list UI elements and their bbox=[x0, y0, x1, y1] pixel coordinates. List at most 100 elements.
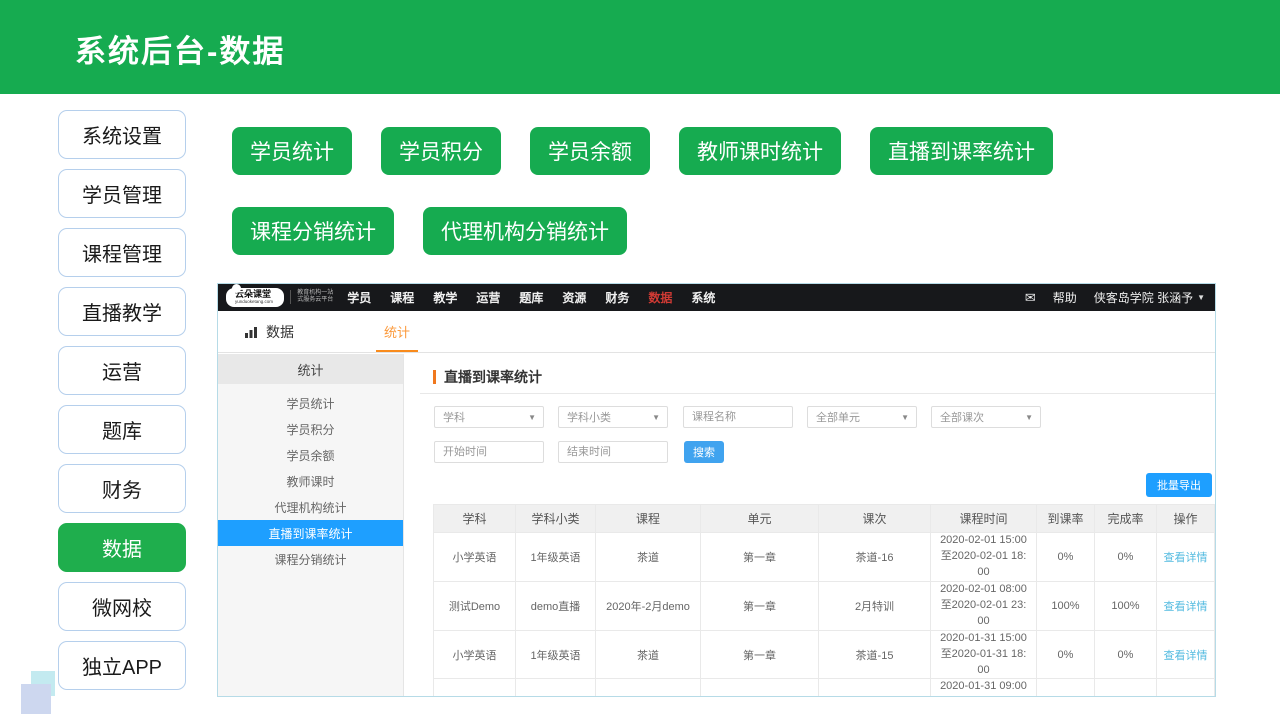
view-detail-link[interactable]: 查看详情 bbox=[1164, 552, 1208, 564]
search-button[interactable]: 搜索 bbox=[684, 441, 724, 463]
help-link[interactable]: 帮助 bbox=[1053, 289, 1077, 306]
cell-completion-rate: 0% bbox=[1095, 630, 1157, 679]
sidebar-item-micro-school[interactable]: 微网校 bbox=[58, 582, 186, 631]
table-row: 测试Demo demo直播 2020年-2月demo 第一章 2月特训 2020… bbox=[434, 581, 1215, 630]
col-lesson: 课次 bbox=[819, 505, 931, 533]
user-menu[interactable]: 侠客岛学院 张涵予 ▼ bbox=[1094, 289, 1205, 306]
main-panel: 直播到课率统计 学科 ▼ 学科小类 ▼ 全部单元 ▼ 全部课 bbox=[404, 354, 1215, 696]
page: 系统后台-数据 系统设置 学员管理 课程管理 直播教学 运营 题库 财务 数据 … bbox=[0, 0, 1280, 720]
quick-button-agency-distribution[interactable]: 代理机构分销统计 bbox=[423, 207, 627, 255]
menu-item-student-points[interactable]: 学员积分 bbox=[218, 416, 403, 442]
breadcrumb-label: 数据 bbox=[266, 322, 294, 342]
breadcrumb[interactable]: 数据 bbox=[244, 322, 294, 342]
quick-button-teacher-hours[interactable]: 教师课时统计 bbox=[679, 127, 841, 175]
cell-course: 茶道 bbox=[596, 533, 701, 582]
col-attendance-rate: 到课率 bbox=[1037, 505, 1095, 533]
col-course-time: 课程时间 bbox=[931, 505, 1037, 533]
quick-button-student-points[interactable]: 学员积分 bbox=[381, 127, 501, 175]
title-accent-bar bbox=[433, 370, 436, 384]
unit-select[interactable]: 全部单元 ▼ bbox=[807, 406, 917, 428]
quick-buttons-row1: 学员统计 学员积分 学员余额 教师课时统计 直播到课率统计 bbox=[232, 127, 1053, 175]
top-nav-courses[interactable]: 课程 bbox=[390, 289, 414, 306]
col-subject-sub: 学科小类 bbox=[516, 505, 596, 533]
quick-button-student-stats[interactable]: 学员统计 bbox=[232, 127, 352, 175]
subject-sub-select[interactable]: 学科小类 ▼ bbox=[558, 406, 668, 428]
table-header-row: 学科 学科小类 课程 单元 课次 课程时间 到课率 完成率 操作 bbox=[434, 505, 1215, 533]
cell-completion-rate: 0% bbox=[1095, 533, 1157, 582]
table-row: 小学英语 1年级英语 茶道 第一章 茶道-16 2020-02-01 15:00… bbox=[434, 533, 1215, 582]
subject-sub-select-value: 学科小类 bbox=[567, 409, 611, 425]
cell-course: 茶道 bbox=[596, 630, 701, 679]
cell-lesson: 茶道-16 bbox=[819, 533, 931, 582]
cell-unit: 第一章 bbox=[701, 630, 819, 679]
top-nav-question-bank[interactable]: 题库 bbox=[519, 289, 543, 306]
sidebar-item-course-mgmt[interactable]: 课程管理 bbox=[58, 228, 186, 277]
stats-menu-header: 统计 bbox=[218, 354, 403, 384]
cell-subject: 小学英语 bbox=[434, 630, 516, 679]
menu-item-student-stats[interactable]: 学员统计 bbox=[218, 390, 403, 416]
menu-item-teacher-hours[interactable]: 教师课时 bbox=[218, 468, 403, 494]
batch-export-button[interactable]: 批量导出 bbox=[1146, 473, 1212, 497]
sidebar-item-standalone-app[interactable]: 独立APP bbox=[58, 641, 186, 690]
end-time-input[interactable] bbox=[558, 441, 668, 463]
cell-attendance-rate: 0% bbox=[1037, 533, 1095, 582]
col-completion-rate: 完成率 bbox=[1095, 505, 1157, 533]
stats-menu: 统计 学员统计 学员积分 学员余额 教师课时 代理机构统计 直播到课率统计 课程… bbox=[218, 354, 404, 696]
panel-title-text: 直播到课率统计 bbox=[444, 367, 542, 387]
sidebar-item-finance[interactable]: 财务 bbox=[58, 464, 186, 513]
admin-top-nav: 学员 课程 教学 运营 题库 资源 财务 数据 系统 bbox=[347, 289, 715, 306]
menu-item-course-distribution[interactable]: 课程分销统计 bbox=[218, 546, 403, 572]
view-detail-link[interactable]: 查看详情 bbox=[1164, 601, 1208, 613]
cell-course-time: 2020-01-31 15:00至2020-01-31 18:00 bbox=[931, 630, 1037, 679]
top-nav-teaching[interactable]: 教学 bbox=[433, 289, 457, 306]
top-nav-finance[interactable]: 财务 bbox=[605, 289, 629, 306]
stats-menu-items: 学员统计 学员积分 学员余额 教师课时 代理机构统计 直播到课率统计 课程分销统… bbox=[218, 384, 403, 572]
top-nav-data[interactable]: 数据 bbox=[648, 289, 672, 306]
lesson-select[interactable]: 全部课次 ▼ bbox=[931, 406, 1041, 428]
quick-buttons: 学员统计 学员积分 学员余额 教师课时统计 直播到课率统计 课程分销统计 代理机… bbox=[232, 127, 1053, 287]
table-row: 小学英语 1年级英语 寒假辅导 第一章 寒假辅导-5 2020-01-31 09… bbox=[434, 679, 1215, 697]
cell-course: 2020年-2月demo bbox=[596, 581, 701, 630]
tab-statistics[interactable]: 统计 bbox=[384, 311, 410, 352]
top-nav-students[interactable]: 学员 bbox=[347, 289, 371, 306]
mail-icon[interactable]: ✉ bbox=[1025, 290, 1036, 306]
sidebar-item-question-bank[interactable]: 题库 bbox=[58, 405, 186, 454]
top-nav-resources[interactable]: 资源 bbox=[562, 289, 586, 306]
logo-subtitle: yunduoketang.com bbox=[235, 300, 273, 305]
cell-lesson: 茶道-15 bbox=[819, 630, 931, 679]
sidebar-item-student-mgmt[interactable]: 学员管理 bbox=[58, 169, 186, 218]
course-name-input[interactable] bbox=[683, 406, 793, 428]
logo-title: 云朵课堂 bbox=[235, 289, 271, 299]
sidebar-item-live-teaching[interactable]: 直播教学 bbox=[58, 287, 186, 336]
sidebar-item-data[interactable]: 数据 bbox=[58, 523, 186, 572]
cell-course-time: 2020-02-01 15:00至2020-02-01 18:00 bbox=[931, 533, 1037, 582]
sidebar-item-system-settings[interactable]: 系统设置 bbox=[58, 110, 186, 159]
menu-item-live-attendance[interactable]: 直播到课率统计 bbox=[218, 520, 403, 546]
top-nav-system[interactable]: 系统 bbox=[691, 289, 715, 306]
cell-subject: 小学英语 bbox=[434, 533, 516, 582]
user-name: 侠客岛学院 张涵予 bbox=[1094, 289, 1193, 306]
cell-unit: 第一章 bbox=[701, 533, 819, 582]
view-detail-link[interactable]: 查看详情 bbox=[1164, 650, 1208, 662]
col-course: 课程 bbox=[596, 505, 701, 533]
menu-item-student-balance[interactable]: 学员余额 bbox=[218, 442, 403, 468]
quick-button-student-balance[interactable]: 学员余额 bbox=[530, 127, 650, 175]
cell-subject-sub: 1年级英语 bbox=[516, 679, 596, 697]
page-title: 系统后台-数据 bbox=[75, 26, 285, 71]
title-divider bbox=[420, 393, 1215, 394]
subject-select[interactable]: 学科 ▼ bbox=[434, 406, 544, 428]
start-time-input[interactable] bbox=[434, 441, 544, 463]
menu-item-agency-stats[interactable]: 代理机构统计 bbox=[218, 494, 403, 520]
topbar-right: ✉ 帮助 侠客岛学院 张涵予 ▼ bbox=[1025, 284, 1205, 311]
cell-lesson: 2月特训 bbox=[819, 581, 931, 630]
sidebar-item-operations[interactable]: 运营 bbox=[58, 346, 186, 395]
lesson-select-value: 全部课次 bbox=[940, 409, 984, 425]
cell-completion-rate: 0% bbox=[1095, 679, 1157, 697]
quick-button-course-distribution[interactable]: 课程分销统计 bbox=[232, 207, 394, 255]
chevron-down-icon: ▼ bbox=[1197, 293, 1205, 302]
cell-unit: 第一章 bbox=[701, 679, 819, 697]
quick-buttons-row2: 课程分销统计 代理机构分销统计 bbox=[232, 207, 1053, 255]
top-nav-operations[interactable]: 运营 bbox=[476, 289, 500, 306]
logo-divider bbox=[290, 290, 291, 304]
quick-button-live-attendance[interactable]: 直播到课率统计 bbox=[870, 127, 1053, 175]
